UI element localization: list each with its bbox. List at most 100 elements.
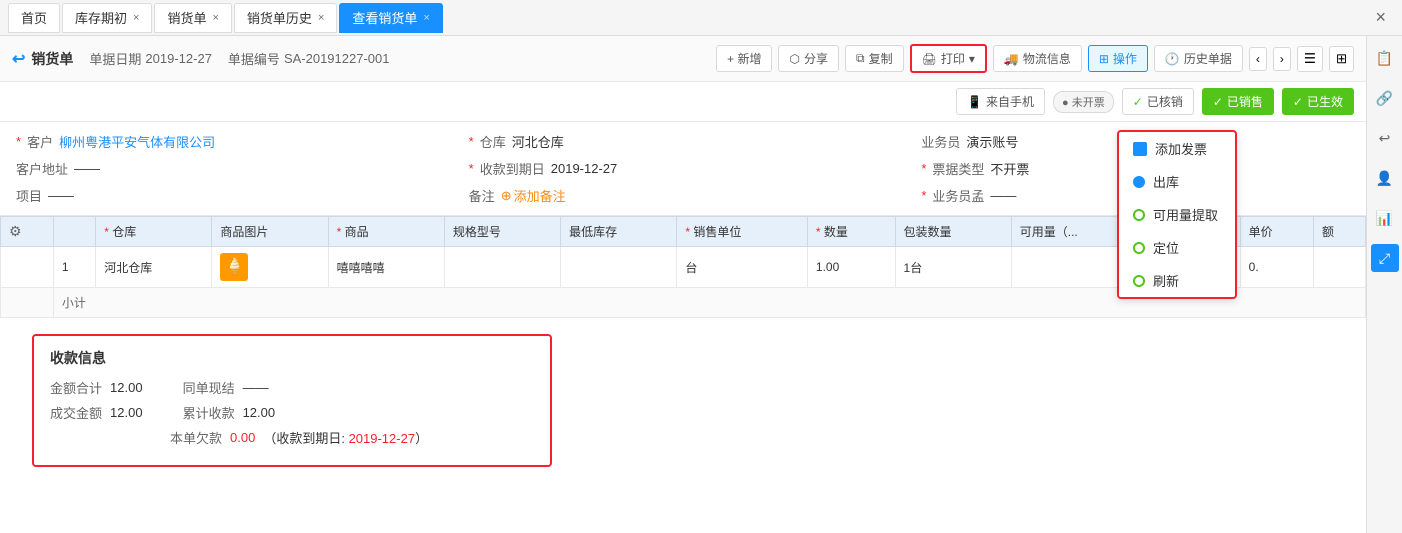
salesperson-label: 业务员 [921, 132, 960, 151]
cumulative-value: 12.00 [243, 405, 276, 420]
warehouse-value: 河北仓库 [512, 132, 564, 151]
min-stock-header: 最低库存 [561, 217, 677, 247]
confirm-button[interactable]: ✓ 已核销 [1122, 88, 1194, 115]
same-order-value: —— [243, 380, 269, 395]
doc-toolbar: 📱 来自手机 ● 未开票 ✓ 已核销 ✓ 已销售 ✓ 已生效 [0, 82, 1366, 122]
customer-value[interactable]: 柳州粤港平安气体有限公司 [59, 132, 215, 151]
confirm-icon: ✓ [1133, 95, 1143, 109]
refresh-item[interactable]: 刷新 [1119, 264, 1235, 297]
warehouse-header: * 仓库 [96, 217, 212, 247]
doc-date-value: 2019-12-27 [145, 51, 212, 66]
status-unprinted[interactable]: ● 未开票 [1053, 91, 1114, 113]
tab-sales[interactable]: 销货单 × [154, 3, 231, 33]
share-button[interactable]: ⬡ 分享 [778, 45, 839, 72]
spec-header: 规格型号 [444, 217, 560, 247]
tab-inventory-close[interactable]: × [133, 12, 139, 24]
cumulative-item: 累计收款 12.00 [183, 403, 276, 422]
amount-header: 额 [1314, 217, 1366, 247]
sidebar-icon-user[interactable]: 👤 [1371, 164, 1399, 192]
add-invoice-label: 添加发票 [1155, 139, 1207, 158]
effect-icon: ✓ [1293, 95, 1303, 109]
salesperson2-required-star: * [921, 188, 926, 203]
window-close-button[interactable]: × [1367, 7, 1394, 28]
doc-header: ↩ 销货单 单据日期 2019-12-27 单据编号 SA-20191227-0… [0, 36, 1366, 82]
locate-item[interactable]: 定位 [1119, 231, 1235, 264]
sidebar-icon-return[interactable]: ↩ [1371, 124, 1399, 152]
copy-button[interactable]: ⧉ 复制 [845, 45, 904, 72]
tab-home[interactable]: 首页 [8, 3, 60, 33]
payment-date-value: 2019-12-27 [551, 161, 618, 176]
tab-sales-history[interactable]: 销货单历史 × [234, 3, 337, 33]
settings-gear-icon[interactable]: ⚙ [9, 223, 22, 239]
quantity-header: * 数量 [807, 217, 895, 247]
logistics-icon: 🚚 [1004, 52, 1019, 66]
project-field: 项目 —— [16, 186, 445, 205]
arrears-note: （收款到期日: 2019-12-27） [263, 428, 428, 447]
arrears-label: 本单欠款 [170, 428, 222, 447]
transaction-value: 12.00 [110, 405, 143, 420]
note-field: 备注 ⊕ 添加备注 [469, 186, 898, 205]
operations-icon: ⊞ [1099, 52, 1109, 66]
same-order-item: 同单现结 —— [183, 378, 269, 397]
note-label: 备注 [469, 186, 495, 205]
payment-row-3: 本单欠款 0.00 （收款到期日: 2019-12-27） [50, 428, 534, 447]
history-button[interactable]: 🕐 历史单据 [1154, 45, 1243, 72]
tab-sales-history-label: 销货单历史 [247, 8, 312, 27]
same-order-label: 同单现结 [183, 378, 235, 397]
row-amount [1314, 247, 1366, 288]
effect-button[interactable]: ✓ 已生效 [1282, 88, 1354, 115]
status-icon: ● [1062, 97, 1069, 109]
sidebar-icon-expand[interactable]: ⤢ [1371, 244, 1399, 272]
add-invoice-item[interactable]: 添加发票 [1119, 132, 1235, 165]
sold-button[interactable]: ✓ 已销售 [1202, 88, 1274, 115]
print-dropdown-arrow[interactable]: ▾ [969, 52, 975, 66]
doc-meta: 单据日期 2019-12-27 单据编号 SA-20191227-001 [89, 49, 389, 68]
tab-sales-history-close[interactable]: × [318, 12, 324, 24]
doc-title: ↩ 销货单 [12, 49, 73, 69]
customer-label: 客户 [27, 132, 53, 151]
total-amount-value: 12.00 [110, 380, 143, 395]
pack-qty-header: 包装数量 [895, 217, 1011, 247]
arrears-value: 0.00 [230, 430, 255, 445]
available-qty-item[interactable]: 可用量提取 [1119, 198, 1235, 231]
print-button[interactable]: 🖨 打印 ▾ [910, 44, 987, 73]
tab-view-sales[interactable]: 查看销货单 × [339, 3, 442, 33]
tab-inventory[interactable]: 库存期初 × [62, 3, 152, 33]
row-spec [444, 247, 560, 288]
warehouse-label: 仓库 [480, 132, 506, 151]
payment-date-label: 收款到期日 [480, 159, 545, 178]
tab-home-label: 首页 [21, 8, 47, 27]
list-view-button[interactable]: ☰ [1297, 46, 1323, 72]
tab-sales-close[interactable]: × [212, 12, 218, 24]
sidebar-icon-chart[interactable]: 📊 [1371, 204, 1399, 232]
add-note-button[interactable]: ⊕ 添加备注 [501, 186, 566, 205]
outbound-item[interactable]: 出库 [1119, 165, 1235, 198]
settings-header[interactable]: ⚙ [1, 217, 54, 247]
salesperson2-value: —— [990, 188, 1016, 203]
product-header: * 商品 [328, 217, 444, 247]
arrears-item: 本单欠款 0.00 （收款到期日: 2019-12-27） [170, 428, 428, 447]
address-value: —— [74, 161, 100, 176]
salesperson2-label: 业务员孟 [932, 186, 984, 205]
logistics-button[interactable]: 🚚 物流信息 [993, 45, 1082, 72]
salesperson-value: 演示账号 [966, 132, 1018, 151]
prev-button[interactable]: ‹ [1249, 47, 1267, 71]
rownum-header [53, 217, 95, 247]
mobile-button[interactable]: 📱 来自手机 [956, 88, 1045, 115]
row-warehouse: 河北仓库 [96, 247, 212, 288]
address-label: 客户地址 [16, 159, 68, 178]
row-pack-qty: 1台 [895, 247, 1011, 288]
tab-view-sales-label: 查看销货单 [352, 8, 417, 27]
grid-view-button[interactable]: ⊞ [1329, 46, 1354, 72]
copy-icon: ⧉ [856, 51, 865, 66]
next-button[interactable]: › [1273, 47, 1291, 71]
operations-button[interactable]: ⊞ 操作 [1088, 45, 1148, 72]
unit-price-header: 单价 [1240, 217, 1313, 247]
tab-view-sales-close[interactable]: × [423, 12, 429, 24]
new-button[interactable]: + 新增 [716, 45, 772, 72]
doc-number-label: 单据编号 SA-20191227-001 [228, 49, 390, 68]
operations-dropdown: 添加发票 出库 可用量提取 定位 刷新 [1117, 130, 1237, 299]
tab-bar: 首页 库存期初 × 销货单 × 销货单历史 × 查看销货单 × × [0, 0, 1402, 36]
sidebar-icon-clipboard[interactable]: 📋 [1371, 44, 1399, 72]
sidebar-icon-link[interactable]: 🔗 [1371, 84, 1399, 112]
